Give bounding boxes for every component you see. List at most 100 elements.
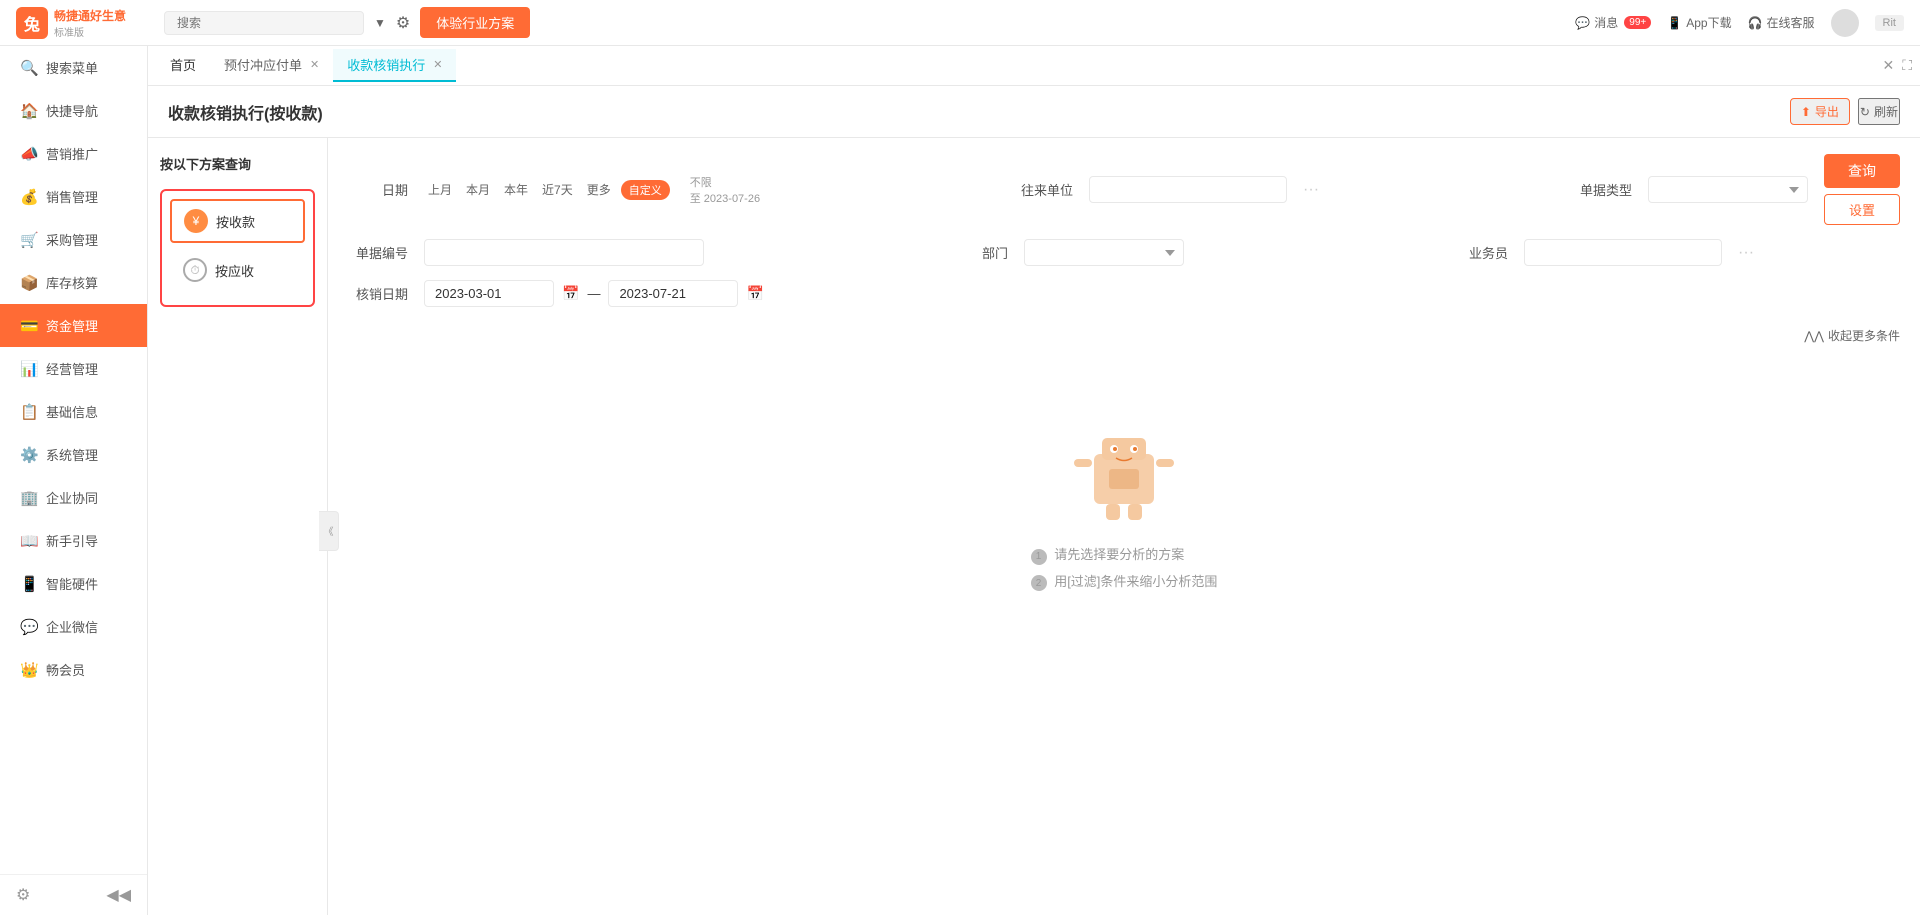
salesperson-dots[interactable]: ··· [1738,244,1754,262]
message-count: 99+ [1624,16,1651,29]
sidebar-label-member: 畅会员 [46,660,85,679]
basic-icon: 📋 [20,403,38,421]
sidebar-item-sales[interactable]: 💰 销售管理 [0,175,147,218]
avatar[interactable] [1831,9,1859,37]
sidebar-label-basic: 基础信息 [46,402,98,421]
sidebar-item-member[interactable]: 👑 畅会员 [0,648,147,691]
date-range: 📅 — 📅 [424,280,764,307]
collapse-more-label: 收起更多条件 [1828,327,1900,344]
tab-writeoff-close[interactable]: ✕ [433,58,442,71]
tab-writeoff[interactable]: 收款核销执行 ✕ [333,49,456,82]
bill-no-input[interactable] [424,239,704,266]
settings-icon[interactable]: ⚙ [396,13,410,33]
search-input[interactable] [164,11,364,35]
system-icon: ⚙️ [20,446,38,464]
collapse-more-btn[interactable]: ⋀⋀ 收起更多条件 [1804,327,1900,344]
logo-area: 兔 畅捷通好生意 标准版 [16,7,164,39]
sidebar-item-purchase[interactable]: 🛒 采购管理 [0,218,147,261]
top-bar-middle: ▼ ⚙ 体验行业方案 [164,7,1575,38]
refresh-btn[interactable]: ↻ 刷新 [1858,98,1900,125]
sidebar: 🔍 搜索菜单 🏠 快捷导航 📣 营销推广 💰 销售管理 🛒 采购管理 📦 库存核… [0,46,148,915]
export-icon: ⬆ [1801,105,1811,119]
filter-panel: 按以下方案查询 ¥ 按收款 ⏱ 按应收 《 [148,138,328,915]
sidebar-bottom: ⚙ ◀◀ [0,874,147,915]
date-more[interactable]: 更多 [583,179,615,200]
date-hint: 不限 至 2023-07-26 [690,174,760,206]
app-icon: 📱 [1667,16,1682,30]
settings-btn[interactable]: 设置 [1824,194,1900,225]
tab-home[interactable]: 首页 [156,49,210,82]
writeoff-date-start[interactable] [424,280,554,307]
bill-type-select[interactable] [1648,176,1808,203]
counterparty-dots[interactable]: ··· [1303,181,1319,199]
logo-text-block: 畅捷通好生意 标准版 [54,7,126,39]
counterparty-input[interactable] [1089,176,1287,203]
date-hint-nolimit: 不限 [690,174,760,190]
filter-by-receipt[interactable]: ¥ 按收款 [170,199,305,243]
date-this-month[interactable]: 本月 [462,179,494,200]
date-custom-btn[interactable]: 自定义 [621,180,670,200]
sidebar-item-inventory[interactable]: 📦 库存核算 [0,261,147,304]
sales-icon: 💰 [20,188,38,206]
sidebar-label-wechat: 企业微信 [46,617,98,636]
tab-prepay-close[interactable]: ✕ [310,58,319,71]
message-btn[interactable]: 💬 消息 99+ [1575,14,1651,31]
message-icon: 💬 [1575,16,1590,30]
filter-collapse-btn[interactable]: 《 [319,511,339,551]
sidebar-item-marketing[interactable]: 📣 营销推广 [0,132,147,175]
tab-prepay[interactable]: 预付冲应付单 ✕ [210,49,333,82]
online-service-label: 在线客服 [1767,14,1815,31]
app-download-btn[interactable]: 📱 App下载 [1667,14,1731,31]
tab-bar: 首页 预付冲应付单 ✕ 收款核销执行 ✕ ✕ ⛶ [148,46,1920,86]
content-body: 按以下方案查询 ¥ 按收款 ⏱ 按应收 《 日期 上月 本月 [148,138,1920,915]
collapse-sidebar-icon[interactable]: ◀◀ [106,885,131,905]
calendar-start-icon[interactable]: 📅 [562,285,579,302]
inventory-icon: 📦 [20,274,38,292]
query-row-3: 核销日期 📅 — 📅 [348,280,1900,307]
dept-select[interactable] [1024,239,1184,266]
sidebar-item-newbie[interactable]: 📖 新手引导 [0,519,147,562]
export-btn[interactable]: ⬆ 导出 [1790,98,1850,125]
sidebar-item-system[interactable]: ⚙️ 系统管理 [0,433,147,476]
tab-home-label: 首页 [170,55,196,74]
date-7days[interactable]: 近7天 [538,179,577,200]
sidebar-label-system: 系统管理 [46,445,98,464]
industry-btn[interactable]: 体验行业方案 [420,7,530,38]
sidebar-item-business[interactable]: 📊 经营管理 [0,347,147,390]
tab-close-all-icon[interactable]: ✕ [1882,57,1894,74]
filter-panel-title: 按以下方案查询 [160,154,315,173]
sidebar-item-enterprise[interactable]: 🏢 企业协同 [0,476,147,519]
filter-by-receivable[interactable]: ⏱ 按应收 [170,249,305,291]
dept-label: 部门 [968,243,1008,262]
settings-bottom-icon[interactable]: ⚙ [16,885,30,905]
empty-tip-1: 1 请先选择要分析的方案 [1031,544,1218,565]
sidebar-item-wechat[interactable]: 💬 企业微信 [0,605,147,648]
sidebar-item-hardware[interactable]: 📱 智能硬件 [0,562,147,605]
date-last-month[interactable]: 上月 [424,179,456,200]
collapse-chevron-icon: ⋀⋀ [1804,329,1824,343]
bill-type-label: 单据类型 [1572,180,1632,199]
business-icon: 📊 [20,360,38,378]
app-download-label: App下载 [1686,14,1731,31]
writeoff-date-end[interactable] [608,280,738,307]
service-icon: 🎧 [1748,16,1763,30]
sidebar-item-search-menu[interactable]: 🔍 搜索菜单 [0,46,147,89]
newbie-icon: 📖 [20,532,38,550]
date-this-year[interactable]: 本年 [500,179,532,200]
salesperson-input[interactable] [1524,239,1722,266]
marketing-icon: 📣 [20,145,38,163]
sidebar-item-finance[interactable]: 💳 资金管理 [0,304,147,347]
sidebar-item-quick-nav[interactable]: 🏠 快捷导航 [0,89,147,132]
sidebar-label-purchase: 采购管理 [46,230,98,249]
tab-expand-icon[interactable]: ⛶ [1902,57,1912,74]
online-service-btn[interactable]: 🎧 在线客服 [1748,14,1815,31]
counterparty-label: 往来单位 [1013,180,1073,199]
dropdown-arrow-icon[interactable]: ▼ [374,16,386,30]
sidebar-item-basic[interactable]: 📋 基础信息 [0,390,147,433]
step-1-badge: 1 [1031,549,1047,565]
query-action-col: 查询 设置 [1824,154,1900,225]
sidebar-label-marketing: 营销推广 [46,144,98,163]
user-name: Rit [1875,15,1904,31]
calendar-end-icon[interactable]: 📅 [746,285,763,302]
query-btn[interactable]: 查询 [1824,154,1900,188]
